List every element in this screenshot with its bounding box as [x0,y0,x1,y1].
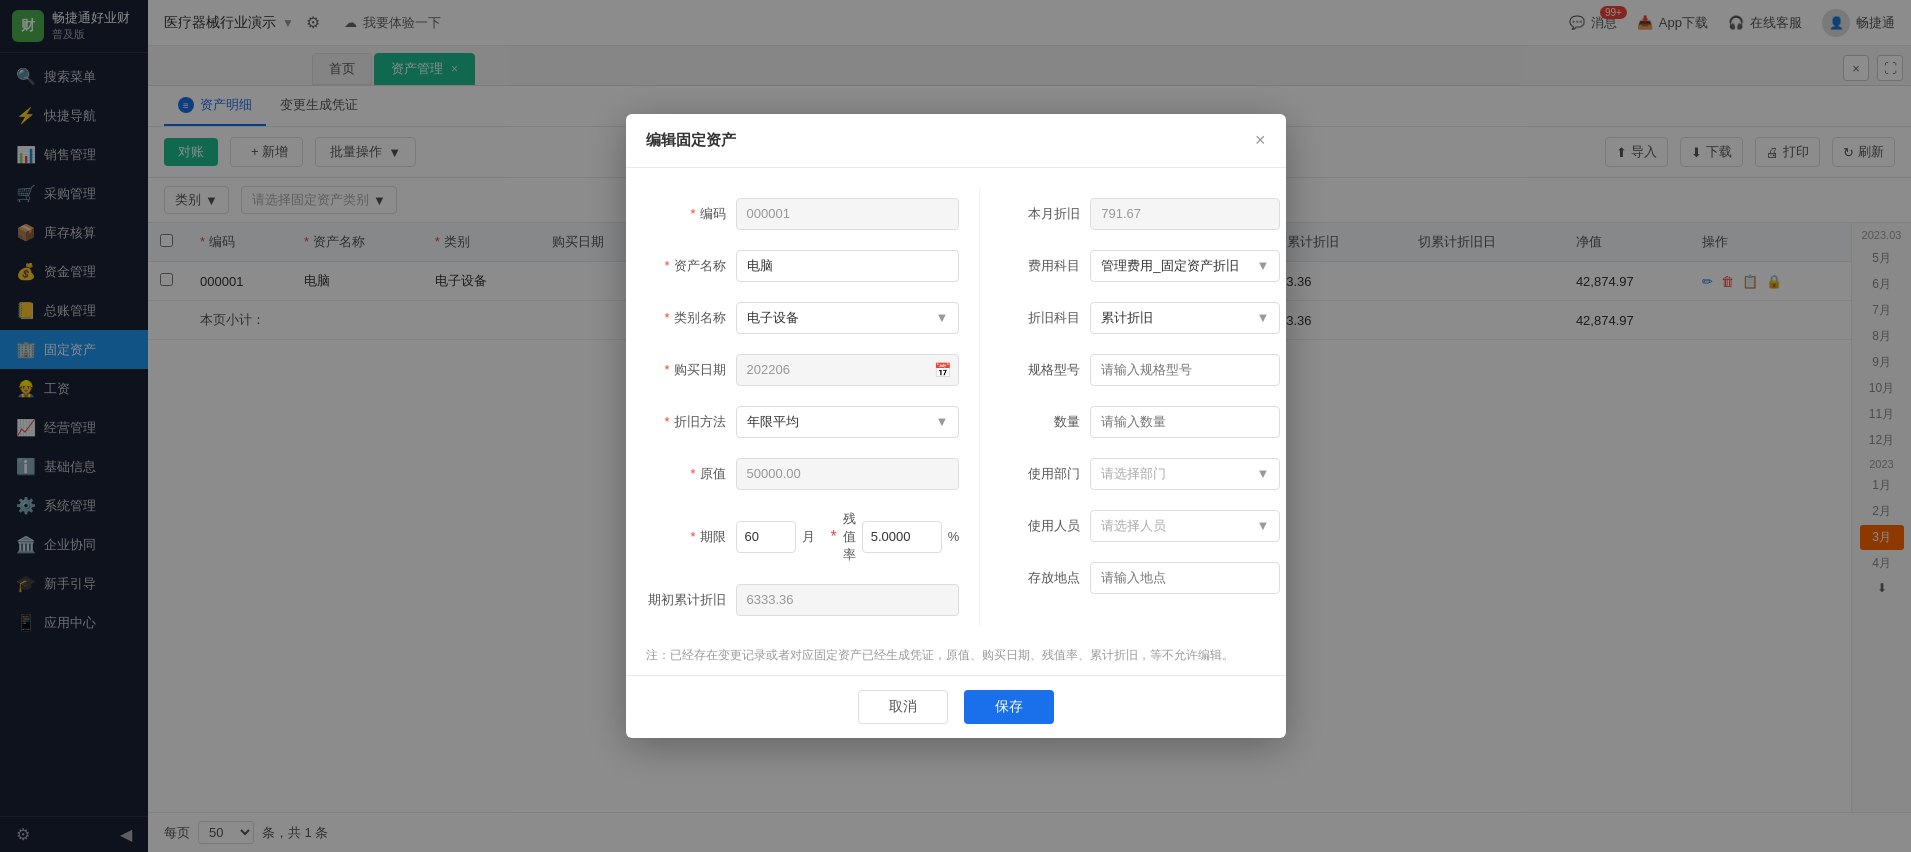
chevron-icon6: ▼ [1256,518,1269,533]
period-input[interactable] [736,521,796,553]
form-row-name: * 资产名称 [646,240,960,292]
modal-footer: 取消 保存 [626,675,1286,738]
form-row-spec: 规格型号 [1000,344,1280,396]
form-row-method: * 折旧方法 年限平均 ▼ [646,396,960,448]
category-select[interactable]: 电子设备 ▼ [736,302,960,334]
spec-label: 规格型号 [1000,361,1080,379]
modal-body: * 编码 * 资产名称 [626,168,1286,636]
form-row-original: * 原值 [646,448,960,500]
monthly-dep-label: 本月折旧 [1000,205,1080,223]
residual-input[interactable] [862,521,942,553]
expense-subject-label: 费用科目 [1000,257,1080,275]
expense-subject-value: 管理费用_固定资产折旧 [1101,257,1238,275]
form-row-init-dep: 期初累计折旧 [646,574,960,626]
expense-subject-select[interactable]: 管理费用_固定资产折旧 ▼ [1090,250,1280,282]
calendar-icon[interactable]: 📅 [934,362,951,378]
monthly-dep-input[interactable] [1090,198,1280,230]
form-row-quantity: 数量 [1000,396,1280,448]
original-label: * 原值 [646,465,726,483]
period-label: * 期限 [646,528,726,546]
location-label: 存放地点 [1000,569,1080,587]
dept-select[interactable]: 请选择部门 ▼ [1090,458,1280,490]
dep-subject-select[interactable]: 累计折旧 ▼ [1090,302,1280,334]
buy-date-label: * 购买日期 [646,361,726,379]
dept-placeholder: 请选择部门 [1101,465,1166,483]
percent-unit: % [948,529,960,544]
dept-label: 使用部门 [1000,465,1080,483]
residual-label: 残值率 [843,510,856,564]
chevron-icon5: ▼ [1256,466,1269,481]
period-residual-inputs: 月 * 残值率 % [736,510,960,564]
code-label: * 编码 [646,205,726,223]
cancel-btn[interactable]: 取消 [858,690,948,724]
form-row-period: * 期限 月 * 残值率 % [646,500,960,574]
original-input[interactable] [736,458,960,490]
modal-grid: * 编码 * 资产名称 [646,188,1266,626]
init-dep-label: 期初累计折旧 [646,591,726,609]
form-row-category: * 类别名称 电子设备 ▼ [646,292,960,344]
method-select[interactable]: 年限平均 ▼ [736,406,960,438]
modal-overlay: 编辑固定资产 × * 编码 [0,0,1911,852]
modal-close-btn[interactable]: × [1255,130,1266,151]
edit-asset-modal: 编辑固定资产 × * 编码 [626,114,1286,738]
form-row-buy-date: * 购买日期 📅 [646,344,960,396]
name-input[interactable] [736,250,960,282]
buy-date-wrap: 📅 [736,354,960,386]
save-btn[interactable]: 保存 [964,690,1054,724]
chevron-icon4: ▼ [1256,310,1269,325]
dep-subject-value: 累计折旧 [1101,309,1153,327]
person-label: 使用人员 [1000,517,1080,535]
note-text: 注：已经存在变更记录或者对应固定资产已经生成凭证，原值、购买日期、残值率、累计折… [646,648,1234,662]
month-unit: 月 [802,528,815,546]
form-row-location: 存放地点 [1000,552,1280,604]
location-input[interactable] [1090,562,1280,594]
modal-left-col: * 编码 * 资产名称 [646,188,981,626]
category-form-label: * 类别名称 [646,309,726,327]
form-row-expense-subject: 费用科目 管理费用_固定资产折旧 ▼ [1000,240,1280,292]
person-placeholder: 请选择人员 [1101,517,1166,535]
quantity-label: 数量 [1000,413,1080,431]
form-row-monthly-dep: 本月折旧 [1000,188,1280,240]
chevron-icon3: ▼ [1256,258,1269,273]
method-value: 年限平均 [747,413,799,431]
modal-note: 注：已经存在变更记录或者对应固定资产已经生成凭证，原值、购买日期、残值率、累计折… [626,636,1286,675]
form-row-person: 使用人员 请选择人员 ▼ [1000,500,1280,552]
name-label: * 资产名称 [646,257,726,275]
person-select[interactable]: 请选择人员 ▼ [1090,510,1280,542]
modal-header: 编辑固定资产 × [626,114,1286,168]
code-input[interactable] [736,198,960,230]
chevron-icon: ▼ [935,310,948,325]
spec-input[interactable] [1090,354,1280,386]
category-select-value: 电子设备 [747,309,799,327]
chevron-icon2: ▼ [935,414,948,429]
form-row-code: * 编码 [646,188,960,240]
modal-title: 编辑固定资产 [646,131,736,150]
init-dep-input[interactable] [736,584,960,616]
buy-date-input[interactable] [736,354,960,386]
modal-right-col: 本月折旧 费用科目 管理费用_固定资产折旧 ▼ [980,188,1280,626]
form-row-dep-subject: 折旧科目 累计折旧 ▼ [1000,292,1280,344]
quantity-input[interactable] [1090,406,1280,438]
method-label: * 折旧方法 [646,413,726,431]
dep-subject-label: 折旧科目 [1000,309,1080,327]
form-row-dept: 使用部门 请选择部门 ▼ [1000,448,1280,500]
